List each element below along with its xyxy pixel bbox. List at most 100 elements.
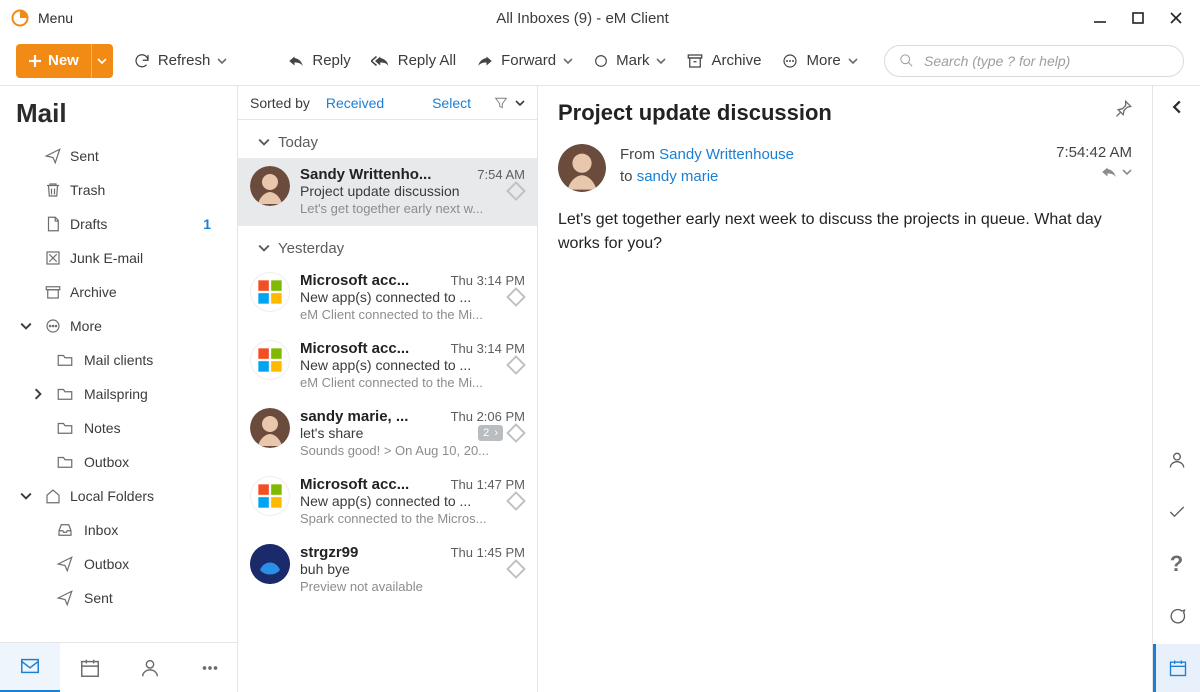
message-item[interactable]: Microsoft acc...Thu 1:47 PM New app(s) c… [238, 468, 537, 536]
outbox-icon [56, 555, 74, 573]
sidebar-item-archive[interactable]: Archive [0, 275, 237, 309]
refresh-button[interactable]: Refresh [133, 52, 228, 70]
sidebar-item-local-sent[interactable]: Sent [0, 581, 237, 615]
maximize-button[interactable] [1130, 10, 1146, 26]
from-link[interactable]: Sandy Writtenhouse [659, 146, 794, 163]
sorted-by-label: Sorted by [250, 95, 310, 111]
from-label: From [620, 146, 655, 163]
chevron-down-icon[interactable] [515, 98, 525, 108]
avatar [250, 408, 290, 448]
avatar [250, 340, 290, 380]
sidebar-item-trash[interactable]: Trash [0, 173, 237, 207]
rail-help[interactable]: ? [1153, 540, 1200, 588]
sidebar-item-mailspring[interactable]: Mailspring [0, 377, 237, 411]
question-icon: ? [1170, 551, 1183, 577]
chevron-left-icon [1170, 100, 1184, 114]
app-logo-icon [10, 8, 30, 28]
forward-button[interactable]: Forward [476, 52, 573, 70]
minimize-button[interactable] [1092, 10, 1108, 26]
message-item[interactable]: strgzr99Thu 1:45 PM buh bye Preview not … [238, 536, 537, 604]
sidebar-heading: Mail [16, 98, 237, 129]
refresh-icon [133, 52, 151, 70]
mark-button[interactable]: Mark [593, 52, 666, 69]
chevron-down-icon [217, 56, 227, 66]
filter-icon[interactable] [493, 95, 509, 111]
group-yesterday[interactable]: Yesterday [238, 232, 537, 264]
sidebar-item-sent[interactable]: Sent [0, 139, 237, 173]
search-box[interactable] [884, 45, 1184, 77]
junk-icon [44, 249, 62, 267]
folder-icon [56, 351, 74, 369]
forward-icon [476, 52, 494, 70]
close-button[interactable] [1168, 10, 1184, 26]
rail-tasks[interactable] [1153, 488, 1200, 536]
sidebar: Mail Sent Trash Drafts1 Junk E-mail Arch… [0, 86, 238, 692]
sidebar-item-local-inbox[interactable]: Inbox [0, 513, 237, 547]
window-title: All Inboxes (9) - eM Client [73, 10, 1092, 27]
send-icon [44, 147, 62, 165]
archive-label: Archive [711, 52, 761, 69]
tab-contacts[interactable] [120, 643, 180, 692]
list-header: Sorted by Received Select [238, 86, 537, 120]
archive-button[interactable]: Archive [686, 52, 761, 70]
folder-icon [56, 453, 74, 471]
select-link[interactable]: Select [432, 95, 471, 111]
sort-field[interactable]: Received [326, 95, 384, 111]
pin-button[interactable] [1114, 98, 1134, 118]
forward-label: Forward [501, 52, 556, 69]
category-diamond-icon[interactable] [506, 423, 526, 443]
rail-calendar[interactable] [1153, 644, 1200, 692]
chevron-down-icon[interactable] [1122, 167, 1132, 177]
avatar [250, 166, 290, 206]
new-button[interactable]: New [16, 44, 113, 78]
sidebar-item-drafts[interactable]: Drafts1 [0, 207, 237, 241]
sidebar-item-mail-clients[interactable]: Mail clients [0, 343, 237, 377]
reply-icon[interactable] [1100, 163, 1118, 181]
category-diamond-icon[interactable] [506, 287, 526, 307]
group-today[interactable]: Today [238, 126, 537, 158]
new-dropdown[interactable] [91, 44, 113, 78]
minimize-icon [1093, 11, 1107, 25]
more-icon [44, 317, 62, 335]
search-icon [899, 53, 914, 68]
sidebar-item-more[interactable]: More [0, 309, 237, 343]
reply-button[interactable]: Reply [287, 52, 350, 70]
reader-avatar [558, 144, 606, 192]
collapse-rail-button[interactable] [1170, 100, 1184, 114]
reply-all-button[interactable]: Reply All [371, 52, 456, 70]
message-item[interactable]: Sandy Writtenho...7:54 AM Project update… [238, 158, 537, 226]
chevron-down-icon [656, 56, 666, 66]
category-diamond-icon[interactable] [506, 491, 526, 511]
sidebar-item-outbox[interactable]: Outbox [0, 445, 237, 479]
message-item[interactable]: sandy marie, ...Thu 2:06 PM let's share2… [238, 400, 537, 468]
rail-chat[interactable] [1153, 592, 1200, 640]
person-icon [1167, 450, 1187, 470]
tab-more[interactable] [180, 643, 240, 692]
rail-contacts[interactable] [1153, 436, 1200, 484]
chevron-down-icon [563, 56, 573, 66]
reader-subject: Project update discussion [558, 100, 1132, 126]
message-item[interactable]: Microsoft acc...Thu 3:14 PM New app(s) c… [238, 264, 537, 332]
category-diamond-icon[interactable] [506, 559, 526, 579]
tab-mail[interactable] [0, 643, 60, 692]
more-icon [781, 52, 799, 70]
category-diamond-icon[interactable] [506, 355, 526, 375]
sidebar-item-local-folders[interactable]: Local Folders [0, 479, 237, 513]
menu-button[interactable]: Menu [10, 8, 73, 28]
search-input[interactable] [922, 52, 1169, 70]
reply-all-label: Reply All [398, 52, 456, 69]
folder-icon [56, 385, 74, 403]
category-diamond-icon[interactable] [506, 181, 526, 201]
chevron-down-icon [97, 56, 107, 66]
archive-icon [686, 52, 704, 70]
to-link[interactable]: sandy marie [637, 168, 719, 185]
sidebar-item-junk[interactable]: Junk E-mail [0, 241, 237, 275]
trash-icon [44, 181, 62, 199]
tab-calendar[interactable] [60, 643, 120, 692]
sidebar-item-notes[interactable]: Notes [0, 411, 237, 445]
dots-icon [199, 657, 221, 679]
maximize-icon [1131, 11, 1145, 25]
sidebar-item-local-outbox[interactable]: Outbox [0, 547, 237, 581]
message-item[interactable]: Microsoft acc...Thu 3:14 PM New app(s) c… [238, 332, 537, 400]
more-button[interactable]: More [781, 52, 857, 70]
